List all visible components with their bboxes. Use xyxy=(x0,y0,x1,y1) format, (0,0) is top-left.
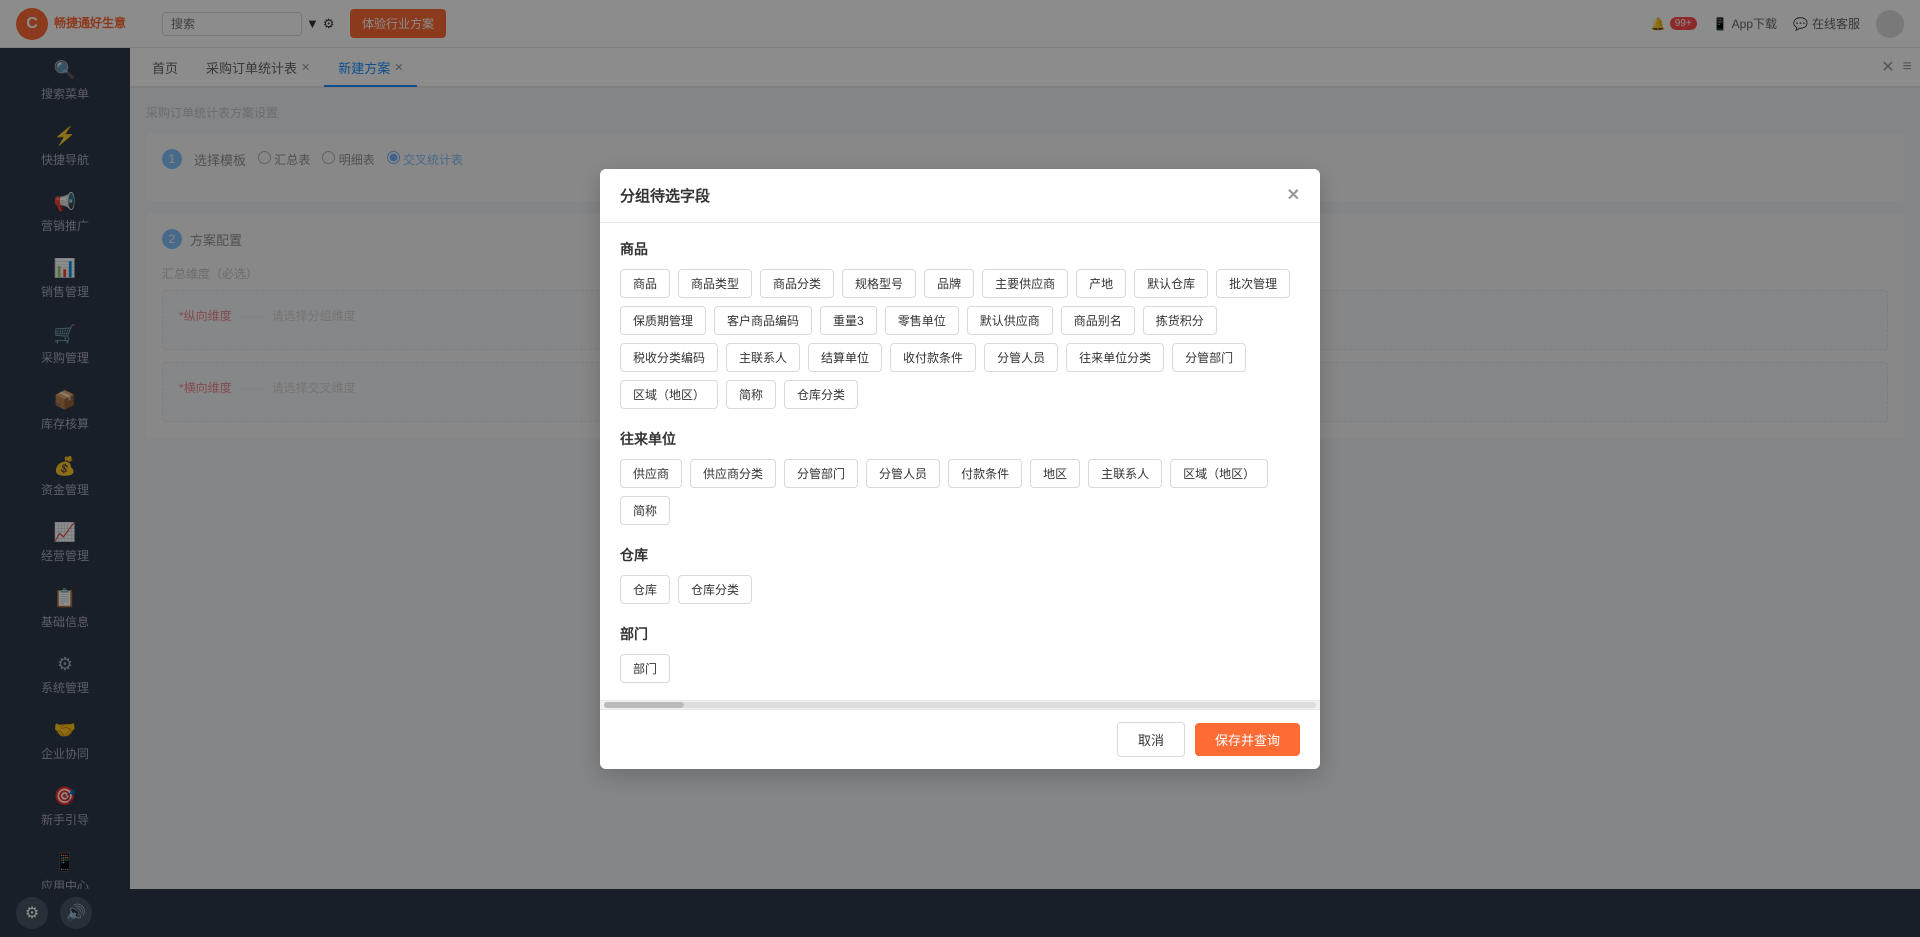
modal-hscroll-thumb xyxy=(604,702,684,708)
field-tag-goods-category[interactable]: 商品分类 xyxy=(760,269,834,298)
field-tag-brand[interactable]: 品牌 xyxy=(924,269,974,298)
field-tag-payment-terms[interactable]: 收付款条件 xyxy=(890,343,976,372)
section-department: 部门 部门 xyxy=(620,624,1300,683)
field-tag-supplier-category[interactable]: 供应商分类 xyxy=(690,459,776,488)
field-tag-pay-terms[interactable]: 付款条件 xyxy=(948,459,1022,488)
field-tag-partner-category[interactable]: 往来单位分类 xyxy=(1066,343,1164,372)
field-tag-pick-score[interactable]: 拣货积分 xyxy=(1143,306,1217,335)
field-tag-main-contact[interactable]: 主联系人 xyxy=(726,343,800,372)
field-tag-warehouse-cat[interactable]: 仓库分类 xyxy=(678,575,752,604)
modal-dialog: 分组待选字段 ✕ 商品 商品 商品类型 商品分类 规格型号 品牌 主要供应商 产… xyxy=(600,169,1320,769)
partner-fields: 供应商 供应商分类 分管部门 分管人员 付款条件 地区 主联系人 区域（地区） … xyxy=(620,459,1300,525)
field-tag-warehouse-category[interactable]: 仓库分类 xyxy=(784,380,858,409)
field-tag-weight[interactable]: 重量3 xyxy=(820,306,877,335)
field-tag-manage-person[interactable]: 分管人员 xyxy=(866,459,940,488)
field-tag-supplier[interactable]: 供应商 xyxy=(620,459,682,488)
field-tag-main-supplier[interactable]: 主要供应商 xyxy=(982,269,1068,298)
field-tag-manage-dept[interactable]: 分管部门 xyxy=(784,459,858,488)
modal-hscroll-track xyxy=(604,702,1316,708)
field-tag-area[interactable]: 地区 xyxy=(1030,459,1080,488)
modal-body: 商品 商品 商品类型 商品分类 规格型号 品牌 主要供应商 产地 默认仓库 批次… xyxy=(600,223,1320,701)
modal-overlay: 分组待选字段 ✕ 商品 商品 商品类型 商品分类 规格型号 品牌 主要供应商 产… xyxy=(0,0,1920,937)
modal-close-button[interactable]: ✕ xyxy=(1287,185,1300,205)
field-tag-main-contact2[interactable]: 主联系人 xyxy=(1088,459,1162,488)
cancel-button[interactable]: 取消 xyxy=(1117,722,1185,757)
modal-header: 分组待选字段 ✕ xyxy=(600,169,1320,223)
modal-footer: 取消 保存并查询 xyxy=(600,709,1320,769)
goods-fields: 商品 商品类型 商品分类 规格型号 品牌 主要供应商 产地 默认仓库 批次管理 … xyxy=(620,269,1300,409)
field-tag-region2[interactable]: 区域（地区） xyxy=(1170,459,1268,488)
field-tag-goods-alias[interactable]: 商品别名 xyxy=(1061,306,1135,335)
field-tag-manager[interactable]: 分管人员 xyxy=(984,343,1058,372)
field-tag-settle-unit[interactable]: 结算单位 xyxy=(808,343,882,372)
section-dept-title: 部门 xyxy=(620,624,1300,644)
field-tag-short-name2[interactable]: 简称 xyxy=(620,496,670,525)
field-tag-region[interactable]: 区域（地区） xyxy=(620,380,718,409)
section-warehouse-title: 仓库 xyxy=(620,545,1300,565)
field-tag-goods[interactable]: 商品 xyxy=(620,269,670,298)
section-goods: 商品 商品 商品类型 商品分类 规格型号 品牌 主要供应商 产地 默认仓库 批次… xyxy=(620,239,1300,409)
field-tag-default-supplier[interactable]: 默认供应商 xyxy=(967,306,1053,335)
section-partner: 往来单位 供应商 供应商分类 分管部门 分管人员 付款条件 地区 主联系人 区域… xyxy=(620,429,1300,525)
field-tag-customer-code[interactable]: 客户商品编码 xyxy=(714,306,812,335)
field-tag-department[interactable]: 部门 xyxy=(620,654,670,683)
field-tag-goods-type[interactable]: 商品类型 xyxy=(678,269,752,298)
field-tag-batch[interactable]: 批次管理 xyxy=(1216,269,1290,298)
dept-fields: 部门 xyxy=(620,654,1300,683)
field-tag-shelf-life[interactable]: 保质期管理 xyxy=(620,306,706,335)
field-tag-tax-code[interactable]: 税收分类编码 xyxy=(620,343,718,372)
field-tag-origin[interactable]: 产地 xyxy=(1076,269,1126,298)
field-tag-retail-unit[interactable]: 零售单位 xyxy=(885,306,959,335)
section-partner-title: 往来单位 xyxy=(620,429,1300,449)
field-tag-spec[interactable]: 规格型号 xyxy=(842,269,916,298)
confirm-button[interactable]: 保存并查询 xyxy=(1195,723,1300,756)
field-tag-short-name[interactable]: 简称 xyxy=(726,380,776,409)
section-goods-title: 商品 xyxy=(620,239,1300,259)
field-tag-dept[interactable]: 分管部门 xyxy=(1172,343,1246,372)
modal-horizontal-scrollbar[interactable] xyxy=(600,700,1320,708)
field-tag-default-warehouse[interactable]: 默认仓库 xyxy=(1134,269,1208,298)
section-warehouse: 仓库 仓库 仓库分类 xyxy=(620,545,1300,604)
warehouse-fields: 仓库 仓库分类 xyxy=(620,575,1300,604)
modal-title: 分组待选字段 xyxy=(620,185,710,206)
field-tag-warehouse[interactable]: 仓库 xyxy=(620,575,670,604)
